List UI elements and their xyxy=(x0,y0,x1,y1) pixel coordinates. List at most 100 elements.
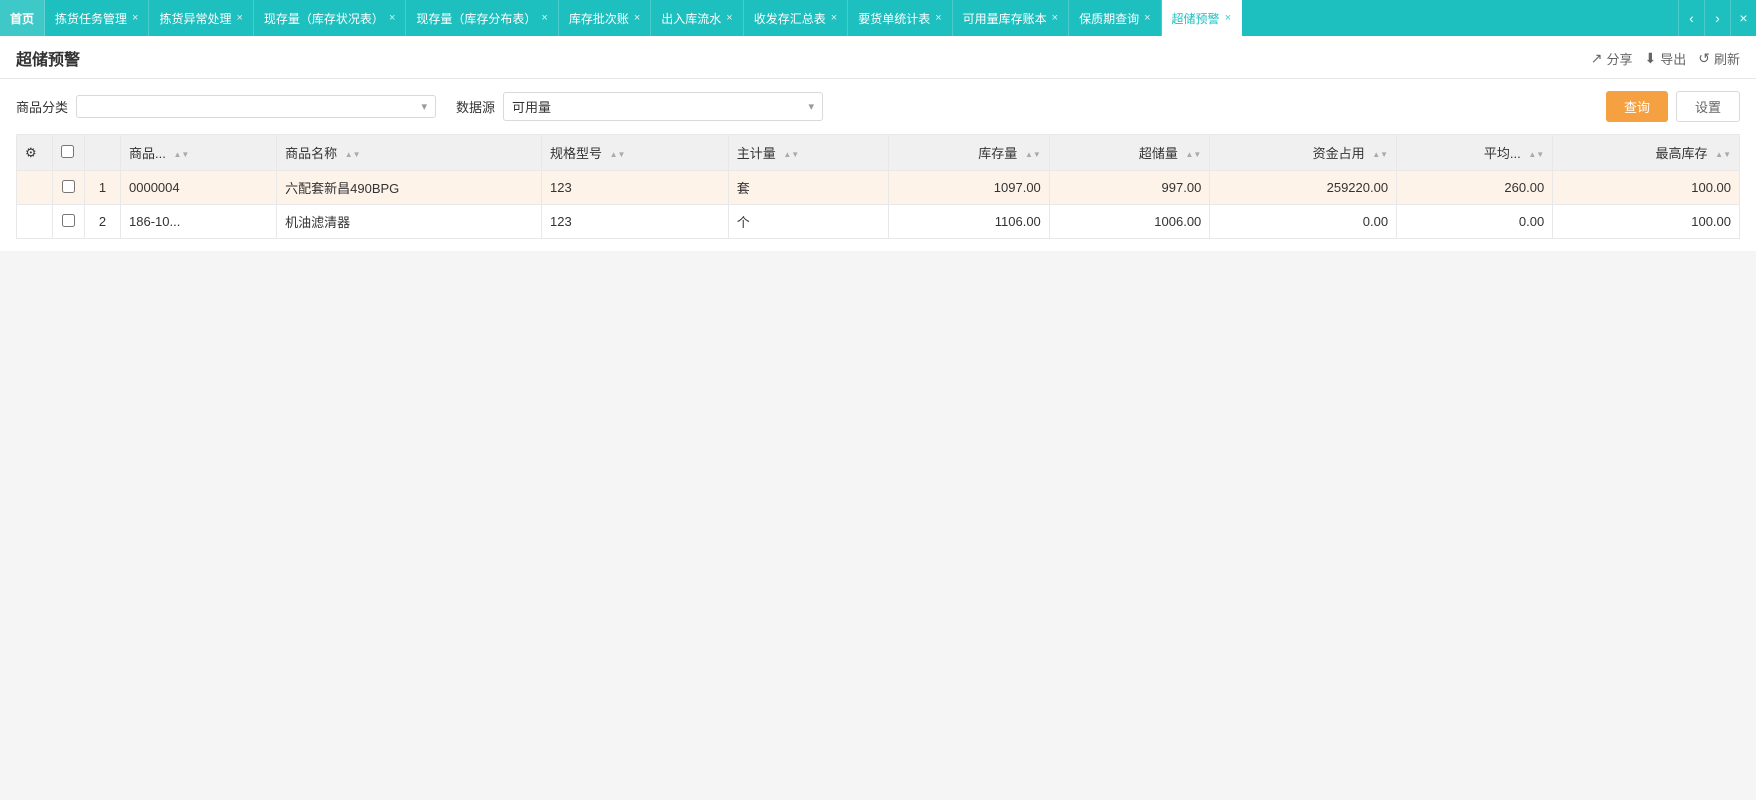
nav-stock-dist[interactable]: 现存量（库存分布表） × xyxy=(406,0,558,36)
datasource-select[interactable]: 可用量 ▾ xyxy=(503,92,823,121)
nav-stock-status-close[interactable]: × xyxy=(389,12,395,24)
refresh-label: 刷新 xyxy=(1714,49,1740,68)
col-max-stock[interactable]: 最高库存 ▲▼ xyxy=(1553,135,1740,171)
col-spec[interactable]: 规格型号 ▲▼ xyxy=(541,135,728,171)
sort-avg-icon: ▲▼ xyxy=(1528,151,1544,159)
row-checkbox-cell-1[interactable] xyxy=(53,205,85,239)
row-stock-1: 1106.00 xyxy=(889,205,1050,239)
nav-bar: 首页 拣货任务管理 × 拣货异常处理 × 现存量（库存状况表） × 现存量（库存… xyxy=(0,0,1756,36)
nav-stock-dist-close[interactable]: × xyxy=(541,12,547,24)
row-gear-0 xyxy=(17,171,53,205)
col-overstock[interactable]: 超储量 ▲▼ xyxy=(1049,135,1210,171)
nav-arrow-left[interactable]: ‹ xyxy=(1678,0,1704,36)
table-body: 1 0000004 六配套新昌490BPG 123 套 1097.00 997.… xyxy=(17,171,1740,239)
nav-summary-close[interactable]: × xyxy=(831,12,837,24)
row-checkbox-1[interactable] xyxy=(62,214,75,227)
nav-available-ledger-label: 可用量库存账本 xyxy=(963,10,1047,27)
share-button[interactable]: ↗ 分享 xyxy=(1591,49,1633,68)
nav-overstock-close[interactable]: × xyxy=(1225,12,1231,24)
nav-stock-status[interactable]: 现存量（库存状况表） × xyxy=(254,0,406,36)
row-checkbox-0[interactable] xyxy=(62,180,75,193)
nav-overstock-label: 超储预警 xyxy=(1172,10,1220,27)
row-unit-1: 个 xyxy=(728,205,889,239)
nav-task-mgmt-close[interactable]: × xyxy=(132,12,138,24)
sort-product-code-icon: ▲▼ xyxy=(173,151,189,159)
nav-batch-account-close[interactable]: × xyxy=(634,12,640,24)
refresh-icon: ↺ xyxy=(1698,50,1710,67)
row-gear-1 xyxy=(17,205,53,239)
header-actions: ↗ 分享 ⬇ 导出 ↺ 刷新 xyxy=(1591,49,1740,68)
nav-summary-label: 收发存汇总表 xyxy=(754,10,826,27)
export-button[interactable]: ⬇ 导出 xyxy=(1645,49,1687,68)
col-product-name[interactable]: 商品名称 ▲▼ xyxy=(277,135,542,171)
col-stock[interactable]: 库存量 ▲▼ xyxy=(889,135,1050,171)
nav-inout-flow-close[interactable]: × xyxy=(726,12,732,24)
row-stock-0: 1097.00 xyxy=(889,171,1050,205)
col-product-code[interactable]: 商品... ▲▼ xyxy=(121,135,277,171)
nav-order-stats-label: 要货单统计表 xyxy=(858,10,930,27)
col-index xyxy=(85,135,121,171)
nav-expiry-label: 保质期查询 xyxy=(1079,10,1139,27)
col-avg[interactable]: 平均... ▲▼ xyxy=(1397,135,1553,171)
col-max-stock-label: 最高库存 xyxy=(1656,146,1708,161)
nav-expiry-close[interactable]: × xyxy=(1144,12,1150,24)
filter-category: 商品分类 ▾ xyxy=(16,95,436,118)
row-max-stock-1: 100.00 xyxy=(1553,205,1740,239)
col-checkbox[interactable] xyxy=(53,135,85,171)
nav-exception-label: 拣货异常处理 xyxy=(159,10,231,27)
row-checkbox-cell-0[interactable] xyxy=(53,171,85,205)
col-capital[interactable]: 资金占用 ▲▼ xyxy=(1210,135,1397,171)
row-max-stock-0: 100.00 xyxy=(1553,171,1740,205)
nav-order-stats[interactable]: 要货单统计表 × xyxy=(848,0,952,36)
row-capital-0: 259220.00 xyxy=(1210,171,1397,205)
col-overstock-label: 超储量 xyxy=(1139,146,1178,161)
nav-arrow-right[interactable]: › xyxy=(1704,0,1730,36)
datasource-label: 数据源 xyxy=(456,97,495,116)
export-icon: ⬇ xyxy=(1645,50,1657,67)
row-index-0: 1 xyxy=(85,171,121,205)
nav-exception[interactable]: 拣货异常处理 × xyxy=(149,0,253,36)
settings-button[interactable]: 设置 xyxy=(1676,91,1740,122)
refresh-button[interactable]: ↺ 刷新 xyxy=(1698,49,1740,68)
content-area: 商品分类 ▾ 数据源 可用量 ▾ 查询 设置 ⚙ xyxy=(0,79,1756,251)
nav-summary[interactable]: 收发存汇总表 × xyxy=(744,0,848,36)
sort-capital-icon: ▲▼ xyxy=(1372,151,1388,159)
col-capital-label: 资金占用 xyxy=(1313,146,1365,161)
sort-spec-icon: ▲▼ xyxy=(610,151,626,159)
sort-product-name-icon: ▲▼ xyxy=(345,151,361,159)
page-title: 超储预警 xyxy=(16,46,80,70)
nav-exception-close[interactable]: × xyxy=(236,12,242,24)
col-avg-label: 平均... xyxy=(1484,146,1521,161)
nav-home[interactable]: 首页 xyxy=(0,0,45,36)
nav-order-stats-close[interactable]: × xyxy=(935,12,941,24)
nav-inout-flow[interactable]: 出入库流水 × xyxy=(651,0,743,36)
datasource-select-value: 可用量 xyxy=(512,97,808,116)
nav-task-mgmt[interactable]: 拣货任务管理 × xyxy=(45,0,149,36)
nav-available-ledger-close[interactable]: × xyxy=(1052,12,1058,24)
row-product-code-0: 0000004 xyxy=(121,171,277,205)
row-index-1: 2 xyxy=(85,205,121,239)
share-icon: ↗ xyxy=(1591,50,1603,67)
row-unit-0: 套 xyxy=(728,171,889,205)
chevron-down-icon: ▾ xyxy=(421,100,427,113)
col-unit[interactable]: 主计量 ▲▼ xyxy=(728,135,889,171)
category-select[interactable]: ▾ xyxy=(76,95,436,118)
nav-batch-account-label: 库存批次账 xyxy=(569,10,629,27)
nav-batch-account[interactable]: 库存批次账 × xyxy=(559,0,651,36)
nav-overstock[interactable]: 超储预警 × xyxy=(1162,0,1242,36)
filter-datasource: 数据源 可用量 ▾ xyxy=(456,92,823,121)
sort-stock-icon: ▲▼ xyxy=(1025,151,1041,159)
nav-arrow-close[interactable]: × xyxy=(1730,0,1756,36)
sort-overstock-icon: ▲▼ xyxy=(1185,151,1201,159)
select-all-checkbox[interactable] xyxy=(61,145,74,158)
sort-unit-icon: ▲▼ xyxy=(783,151,799,159)
query-button[interactable]: 查询 xyxy=(1606,91,1668,122)
nav-available-ledger[interactable]: 可用量库存账本 × xyxy=(953,0,1069,36)
col-gear[interactable]: ⚙ xyxy=(17,135,53,171)
table-row: 1 0000004 六配套新昌490BPG 123 套 1097.00 997.… xyxy=(17,171,1740,205)
nav-expiry[interactable]: 保质期查询 × xyxy=(1069,0,1161,36)
row-avg-0: 260.00 xyxy=(1397,171,1553,205)
filter-actions: 查询 设置 xyxy=(1606,91,1740,122)
nav-arrows: ‹ › × xyxy=(1678,0,1756,36)
share-label: 分享 xyxy=(1606,49,1632,68)
